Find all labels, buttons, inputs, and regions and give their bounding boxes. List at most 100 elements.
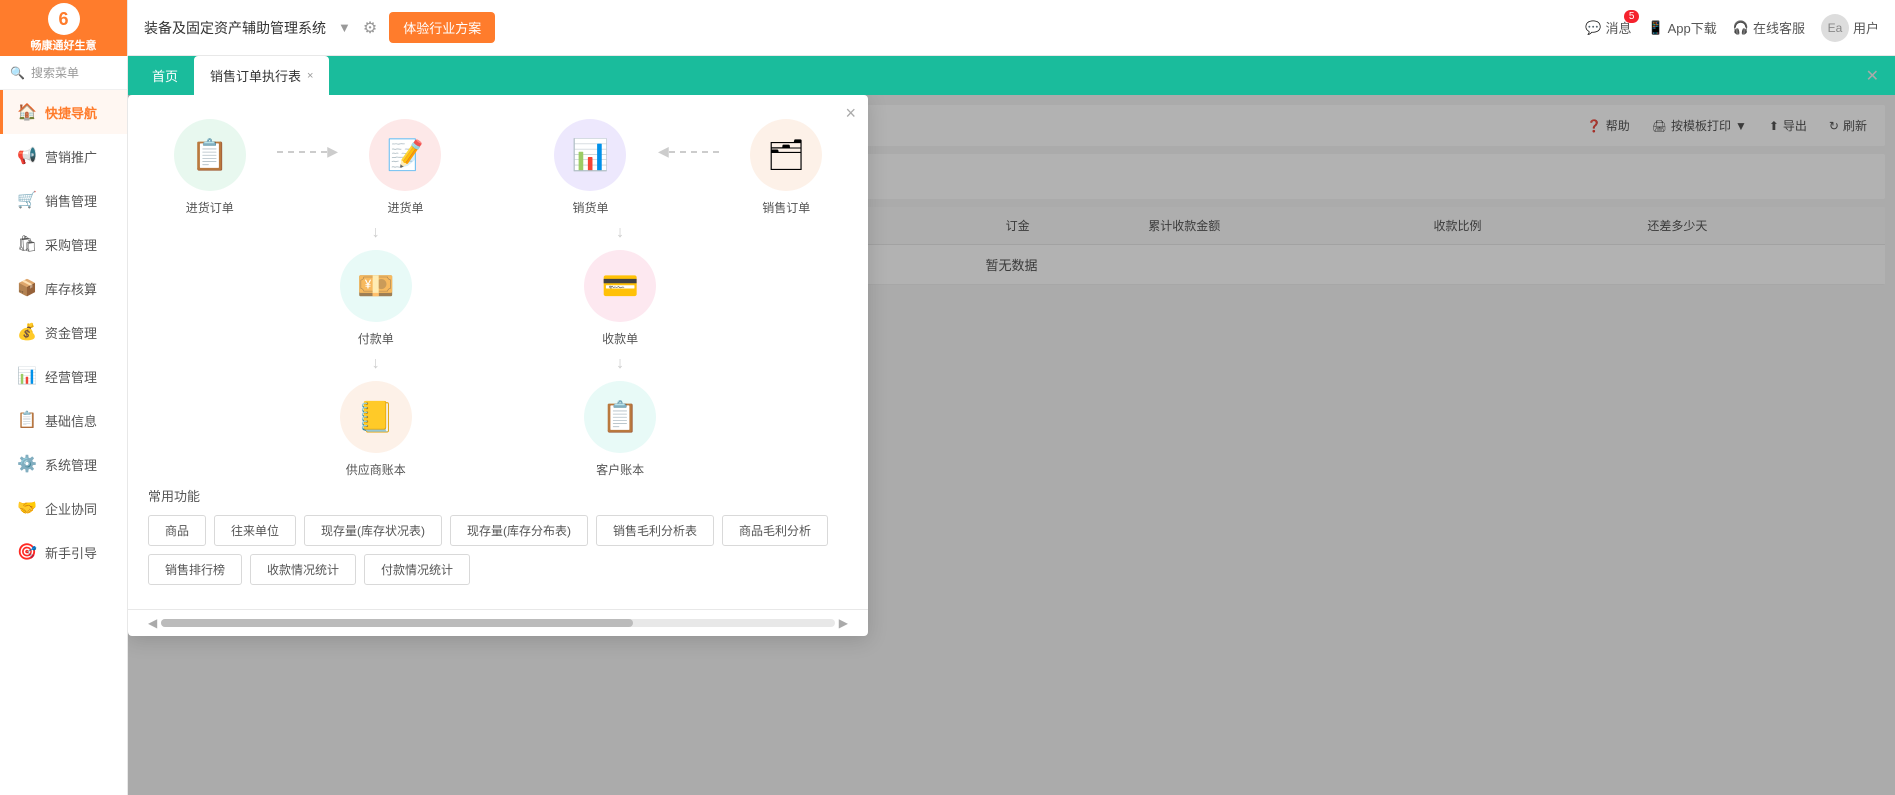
purchase-bill-label: 进货单 <box>387 199 423 216</box>
sidebar-item-label: 经营管理 <box>45 367 97 386</box>
tab-sales-order-execute[interactable]: 销售订单执行表 × <box>194 56 329 95</box>
func-btn-stock-dist[interactable]: 现存量(库存分布表) <box>450 515 588 546</box>
wf-node-customer-ledger[interactable]: ↓ 📋 客户账本 <box>584 355 656 478</box>
operations-icon: 📊 <box>17 366 37 386</box>
func-row-2: 销售排行榜 收款情况统计 付款情况统计 <box>148 554 848 585</box>
system-title: 装备及固定资产辅助管理系统 <box>144 18 326 38</box>
sidebar-search[interactable]: 🔍 搜索菜单 <box>0 56 127 90</box>
scrollbar-track <box>161 619 835 627</box>
sidebar-logo: 6 畅康通好生意 <box>0 0 127 56</box>
customer-ledger-circle: 📋 <box>584 381 656 453</box>
arrow-down-supplier: ↓ <box>372 355 380 373</box>
sidebar-nav: 🏠 快捷导航 📢 营销推广 🛒 销售管理 🛍 采购管理 📦 库存核算 💰 资金管… <box>0 90 127 795</box>
sales-icon: 🛒 <box>17 190 37 210</box>
sales-order-circle: 🗂 <box>750 119 822 191</box>
marketing-icon: 📢 <box>17 146 37 166</box>
wf-node-receipt[interactable]: ↓ 💳 收款单 <box>584 224 656 347</box>
home-icon: 🏠 <box>17 102 37 122</box>
user-label: 用户 <box>1853 18 1879 37</box>
func-btn-sales-rank[interactable]: 销售排行榜 <box>148 554 242 585</box>
dropdown-icon[interactable]: ▼ <box>338 20 351 35</box>
online-service-label: 在线客服 <box>1753 18 1805 37</box>
purchase-icon: 🛍 <box>17 234 37 254</box>
sidebar-item-enterprise[interactable]: 🤝 企业协同 <box>0 486 127 530</box>
arrow-down-customer: ↓ <box>616 355 624 373</box>
popup-overlay: × 📋 进货订单 ▶ <box>128 95 1895 795</box>
online-service-btn[interactable]: 🎧 在线客服 <box>1733 18 1805 37</box>
scroll-left-icon[interactable]: ◀ <box>148 616 157 630</box>
common-functions-title: 常用功能 <box>148 486 848 505</box>
receipt-circle: 💳 <box>584 250 656 322</box>
payment-label: 付款单 <box>358 330 394 347</box>
message-badge: 5 <box>1624 10 1640 23</box>
sidebar-item-newbie[interactable]: 🎯 新手引导 <box>0 530 127 574</box>
scroll-right-icon[interactable]: ▶ <box>839 616 848 630</box>
header-right: 💬 消息 5 📱 App下载 🎧 在线客服 Ea 用户 <box>1585 14 1879 42</box>
sidebar-item-marketing[interactable]: 📢 营销推广 <box>0 134 127 178</box>
inventory-icon: 📦 <box>17 278 37 298</box>
message-btn[interactable]: 💬 消息 5 <box>1585 18 1631 37</box>
purchase-order-label: 进货订单 <box>186 199 234 216</box>
sales-order-label: 销售订单 <box>762 199 810 216</box>
sidebar-item-label: 采购管理 <box>45 235 97 254</box>
wf-node-purchase-order[interactable]: 📋 进货订单 <box>174 119 246 216</box>
scrollbar-thumb[interactable] <box>161 619 632 627</box>
sidebar-item-label: 系统管理 <box>45 455 97 474</box>
wf-node-sales-order[interactable]: 🗂 销售订单 <box>750 119 822 216</box>
tab-close-icon[interactable]: × <box>307 70 313 82</box>
search-label: 搜索菜单 <box>31 64 79 81</box>
sidebar-item-operations[interactable]: 📊 经营管理 <box>0 354 127 398</box>
sales-bill-circle: 📊 <box>554 119 626 191</box>
wf-node-sales-bill[interactable]: 📊 销货单 <box>554 119 626 216</box>
sidebar-item-label: 快捷导航 <box>45 103 97 122</box>
page-body: ❓ 帮助 🖨 按模板打印 ▼ ⬆ 导出 ↻ 刷新 📅 — 📅 <box>128 95 1895 795</box>
gear-icon[interactable]: ⚙ <box>363 18 377 38</box>
tab-home[interactable]: 首页 <box>136 56 194 95</box>
message-icon: 💬 <box>1585 20 1601 36</box>
search-icon: 🔍 <box>10 66 25 80</box>
enterprise-icon: 🤝 <box>17 498 37 518</box>
tabs: 首页 销售订单执行表 × ✕ <box>128 56 1895 95</box>
func-btn-stock-status[interactable]: 现存量(库存状况表) <box>304 515 442 546</box>
experience-btn[interactable]: 体验行业方案 <box>389 12 495 43</box>
avatar: Ea <box>1821 14 1849 42</box>
app-download-btn[interactable]: 📱 App下载 <box>1647 18 1716 37</box>
sidebar-item-system[interactable]: ⚙️ 系统管理 <box>0 442 127 486</box>
sidebar-item-sales[interactable]: 🛒 销售管理 <box>0 178 127 222</box>
sidebar-item-quick-nav[interactable]: 🏠 快捷导航 <box>0 90 127 134</box>
sidebar-item-purchase[interactable]: 🛍 采购管理 <box>0 222 127 266</box>
func-btn-sales-profit[interactable]: 销售毛利分析表 <box>596 515 714 546</box>
wf-node-supplier-ledger[interactable]: ↓ 📒 供应商账本 <box>340 355 412 478</box>
sidebar-item-inventory[interactable]: 📦 库存核算 <box>0 266 127 310</box>
service-icon: 🎧 <box>1733 20 1749 36</box>
func-btn-counterparty[interactable]: 往来单位 <box>214 515 296 546</box>
func-btn-receipt-stats[interactable]: 收款情况统计 <box>250 554 356 585</box>
func-btn-payment-stats[interactable]: 付款情况统计 <box>364 554 470 585</box>
wf-node-purchase-bill[interactable]: 📝 进货单 <box>369 119 441 216</box>
arrow-4-3: ◀ <box>658 143 719 160</box>
func-btn-goods[interactable]: 商品 <box>148 515 206 546</box>
sidebar-item-basic-info[interactable]: 📋 基础信息 <box>0 398 127 442</box>
tab-label: 销售订单执行表 <box>210 66 301 85</box>
func-btn-goods-profit[interactable]: 商品毛利分析 <box>722 515 828 546</box>
popup: × 📋 进货订单 ▶ <box>128 95 868 636</box>
basic-info-icon: 📋 <box>17 410 37 430</box>
sidebar-item-finance[interactable]: 💰 资金管理 <box>0 310 127 354</box>
sidebar: 6 畅康通好生意 🔍 搜索菜单 🏠 快捷导航 📢 营销推广 🛒 销售管理 🛍 采… <box>0 0 128 795</box>
system-icon: ⚙️ <box>17 454 37 474</box>
app-download-label: App下载 <box>1668 18 1717 37</box>
arrow-down-payment: ↓ <box>372 224 380 242</box>
sidebar-item-label: 资金管理 <box>45 323 97 342</box>
finance-icon: 💰 <box>17 322 37 342</box>
sidebar-item-label: 企业协同 <box>45 499 97 518</box>
purchase-order-circle: 📋 <box>174 119 246 191</box>
sidebar-item-label: 营销推广 <box>45 147 97 166</box>
download-icon: 📱 <box>1647 20 1663 36</box>
sidebar-item-label: 新手引导 <box>45 543 97 562</box>
header: 装备及固定资产辅助管理系统 ▼ ⚙ 体验行业方案 💬 消息 5 📱 App下载 … <box>128 0 1895 56</box>
tab-home-label: 首页 <box>152 66 178 85</box>
user-btn[interactable]: Ea 用户 <box>1821 14 1879 42</box>
wf-node-payment[interactable]: ↓ 💴 付款单 <box>340 224 412 347</box>
main-close-icon[interactable]: ✕ <box>1858 66 1887 86</box>
popup-close-btn[interactable]: × <box>845 103 856 124</box>
